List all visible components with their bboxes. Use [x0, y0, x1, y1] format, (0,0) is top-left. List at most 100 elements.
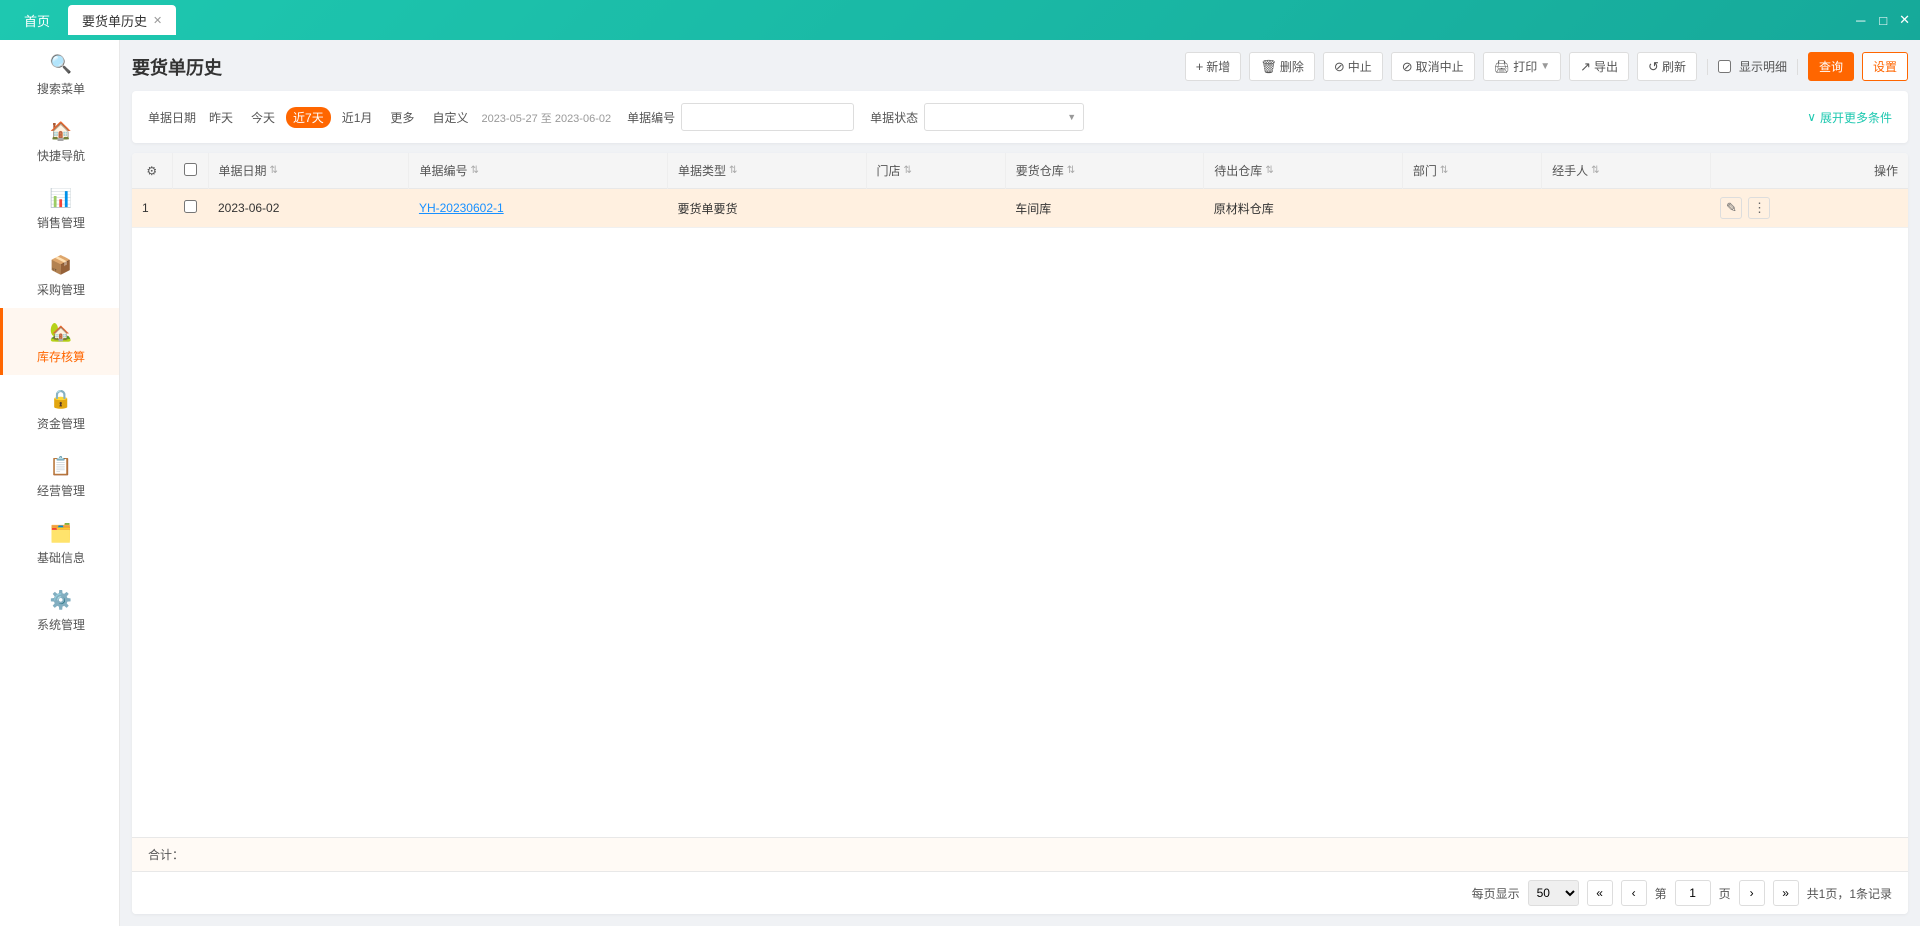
sidebar-item-operations[interactable]: 📋 经营管理 — [0, 442, 119, 509]
next-page-btn[interactable]: › — [1739, 880, 1765, 906]
date-btn-today[interactable]: 今天 — [244, 107, 282, 128]
cell-order-no[interactable]: YH-20230602-1 — [409, 189, 668, 228]
status-filter-group: 单据状态 — [870, 103, 1084, 131]
cell-checkbox[interactable] — [172, 189, 208, 228]
th-pending-warehouse[interactable]: 待出仓库 ⇅ — [1204, 153, 1403, 189]
tab-home-label: 首页 — [24, 11, 50, 30]
th-req-warehouse[interactable]: 要货仓库 ⇅ — [1005, 153, 1204, 189]
print-label: 打印 — [1513, 58, 1537, 75]
sidebar-item-operations-label: 经营管理 — [37, 482, 85, 499]
date-filter-label: 单据日期 — [148, 109, 196, 126]
summary-row: 合计： — [132, 837, 1908, 871]
th-date-sort-icon: ⇅ — [270, 165, 278, 176]
sidebar-item-quick-nav[interactable]: 🏠 快捷导航 — [0, 107, 119, 174]
cancel-stop-button[interactable]: ⊘ 取消中止 — [1391, 52, 1475, 81]
table-container: ⚙ 单据日期 ⇅ — [132, 153, 1908, 914]
first-page-btn[interactable]: « — [1587, 880, 1613, 906]
th-order-no[interactable]: 单据编号 ⇅ — [409, 153, 668, 189]
tab-close-icon[interactable]: ✕ — [153, 14, 162, 27]
th-pending-warehouse-label: 待出仓库 — [1214, 162, 1262, 179]
sidebar-item-sales-mgmt-label: 销售管理 — [37, 214, 85, 231]
th-pending-warehouse-sort-icon: ⇅ — [1265, 165, 1273, 176]
settings-button[interactable]: 设置 — [1862, 52, 1908, 81]
date-btn-more[interactable]: 更多 — [383, 107, 421, 128]
th-req-warehouse-label: 要货仓库 — [1016, 162, 1064, 179]
export-label: 导出 — [1594, 58, 1618, 75]
display-toggle[interactable]: 显示明细 — [1718, 58, 1787, 75]
total-info: 共1页，1条记录 — [1807, 885, 1892, 902]
prev-page-icon: ‹ — [1632, 886, 1636, 900]
table-row[interactable]: 1 2023-06-02 YH-20230602-1 要货单要货 车间库 原材料… — [132, 189, 1908, 228]
close-btn[interactable]: ✕ — [1899, 12, 1910, 28]
operations-icon: 📋 — [50, 456, 72, 477]
display-toggle-label: 显示明细 — [1739, 58, 1787, 75]
expand-more-icon: ∨ — [1807, 110, 1816, 124]
sidebar-item-sales-mgmt[interactable]: 📊 销售管理 — [0, 174, 119, 241]
sidebar-item-finance[interactable]: 🔒 资金管理 — [0, 375, 119, 442]
date-btn-custom[interactable]: 自定义 — [425, 107, 475, 128]
th-date[interactable]: 单据日期 ⇅ — [208, 153, 409, 189]
sidebar-item-basic-info[interactable]: 🗂️ 基础信息 — [0, 509, 119, 576]
print-button[interactable]: 🖨 打印 ▼ — [1483, 52, 1561, 81]
next-page-icon: › — [1750, 886, 1754, 900]
refresh-label: 刷新 — [1662, 58, 1686, 75]
page-suffix: 页 — [1719, 885, 1731, 902]
order-no-filter-group: 单据编号 — [627, 103, 854, 131]
th-store-sort-icon: ⇅ — [904, 165, 912, 176]
pagination-bar: 每页显示 50 10 20 100 « ‹ 第 页 › — [132, 871, 1908, 914]
page-input[interactable] — [1675, 880, 1711, 906]
date-btn-yesterday[interactable]: 昨天 — [202, 107, 240, 128]
export-icon: ↗ — [1580, 59, 1591, 75]
window-controls: － □ ✕ — [1854, 11, 1910, 30]
finance-icon: 🔒 — [50, 389, 72, 410]
th-order-type-sort-icon: ⇅ — [729, 165, 737, 176]
refresh-icon: ↺ — [1648, 59, 1659, 75]
row-edit-icon[interactable]: ✎ — [1720, 197, 1742, 219]
refresh-button[interactable]: ↺ 刷新 — [1637, 52, 1697, 81]
sidebar-item-purchase-mgmt[interactable]: 📦 采购管理 — [0, 241, 119, 308]
query-button[interactable]: 查询 — [1808, 52, 1854, 81]
th-dept-sort-icon: ⇅ — [1440, 165, 1448, 176]
status-select-wrapper — [924, 103, 1084, 131]
th-order-type[interactable]: 单据类型 ⇅ — [668, 153, 867, 189]
stop-label: 中止 — [1348, 58, 1372, 75]
th-dept-label: 部门 — [1413, 162, 1437, 179]
sidebar-item-system-mgmt-label: 系统管理 — [37, 616, 85, 633]
per-page-select[interactable]: 50 10 20 100 — [1528, 880, 1579, 906]
cell-actions: ✎ ⋮ — [1710, 189, 1908, 228]
sidebar-item-basic-info-label: 基础信息 — [37, 549, 85, 566]
last-page-btn[interactable]: » — [1773, 880, 1799, 906]
th-settings[interactable]: ⚙ — [132, 153, 172, 189]
minimize-btn[interactable]: － — [1854, 11, 1867, 30]
toolbar-divider2 — [1797, 59, 1798, 75]
basic-info-icon: 🗂️ — [50, 523, 72, 544]
display-toggle-checkbox[interactable] — [1718, 60, 1731, 73]
export-button[interactable]: ↗ 导出 — [1569, 52, 1629, 81]
cancel-stop-icon: ⊘ — [1402, 59, 1413, 75]
maximize-btn[interactable]: □ — [1879, 13, 1887, 28]
status-select[interactable] — [924, 103, 1084, 131]
expand-more[interactable]: ∨ 展开更多条件 — [1807, 109, 1892, 126]
sidebar-item-inventory[interactable]: 🏡 库存核算 — [0, 308, 119, 375]
th-handler[interactable]: 经手人 ⇅ — [1542, 153, 1711, 189]
delete-button[interactable]: 🗑 删除 — [1249, 52, 1315, 81]
stop-icon: ⊘ — [1334, 59, 1345, 75]
row-more-icon[interactable]: ⋮ — [1748, 197, 1770, 219]
th-dept[interactable]: 部门 ⇅ — [1402, 153, 1541, 189]
order-no-input[interactable] — [681, 103, 854, 131]
tab-purchase-order-history[interactable]: 要货单历史 ✕ — [68, 5, 176, 35]
cancel-stop-label: 取消中止 — [1416, 58, 1464, 75]
new-button[interactable]: + 新增 — [1185, 52, 1242, 81]
cell-date: 2023-06-02 — [208, 189, 409, 228]
prev-page-btn[interactable]: ‹ — [1621, 880, 1647, 906]
sidebar-item-search-menu[interactable]: 🔍 搜索菜单 — [0, 40, 119, 107]
cell-order-type: 要货单要货 — [668, 189, 867, 228]
th-store[interactable]: 门店 ⇅ — [866, 153, 1005, 189]
date-btn-1month[interactable]: 近1月 — [335, 107, 380, 128]
stop-button[interactable]: ⊘ 中止 — [1323, 52, 1383, 81]
sidebar-item-system-mgmt[interactable]: ⚙️ 系统管理 — [0, 576, 119, 643]
date-btn-7days[interactable]: 近7天 — [286, 107, 331, 128]
tab-home[interactable]: 首页 — [10, 5, 64, 35]
table-scroll[interactable]: ⚙ 单据日期 ⇅ — [132, 153, 1908, 837]
select-all-checkbox[interactable] — [184, 163, 197, 176]
